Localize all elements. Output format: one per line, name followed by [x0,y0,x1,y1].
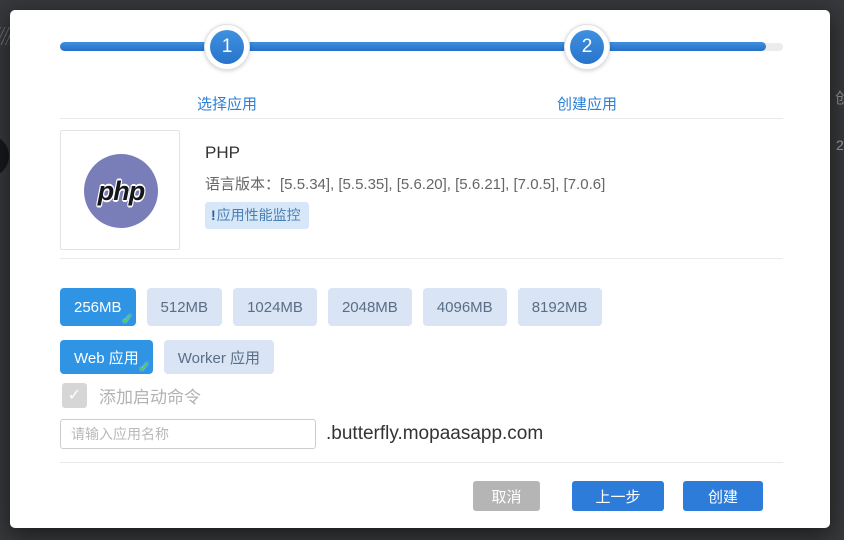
domain-suffix: .butterfly.mopaasapp.com [326,423,544,444]
startup-command-checkbox[interactable]: ✓ [62,383,87,408]
php-logo: php [84,154,158,228]
step-label-create-app: 创建应用 [556,96,617,113]
memory-options-group: 256MB ✓ 512MB 1024MB 2048MB 4096MB 8192M… [60,288,602,328]
background-text-fragment: 创 [835,90,844,107]
background-text-fragment: 2 [836,137,844,153]
app-versions: 语言版本：[5.5.34], [5.5.35], [5.6.20], [5.6.… [205,173,605,194]
step-label-select-app: 选择应用 [196,96,257,113]
previous-step-button[interactable]: 上一步 [572,481,664,511]
step-number: 1 [210,30,244,64]
step-indicator-1: 1 [204,24,250,70]
create-app-dialog: 1 2 选择应用 创建应用 php PHP 语言版本：[5.5.34], [5.… [10,10,830,528]
divider [60,118,783,119]
app-name-input[interactable] [60,419,316,449]
apm-badge: !应用性能监控 [205,202,309,229]
badge-label: 应用性能监控 [216,207,301,223]
memory-option-2048mb[interactable]: 2048MB [327,288,412,326]
check-icon: ✓ [120,311,134,328]
startup-command-row: ✓ 添加启动命令 [62,383,201,408]
startup-command-label: 添加启动命令 [99,388,201,407]
stepper-progress-bar [60,42,766,51]
memory-option-512mb[interactable]: 512MB [146,288,223,326]
cancel-button[interactable]: 取消 [473,481,540,511]
app-name-row: .butterfly.mopaasapp.com [60,419,543,449]
check-icon: ✓ [138,359,151,376]
type-option-worker[interactable]: Worker 应用 [163,340,274,374]
badge-exclamation-icon: ! [211,207,216,223]
type-option-web[interactable]: Web 应用 ✓ [60,340,153,376]
background-avatar-fragment [0,135,9,177]
step-number: 2 [570,30,604,64]
divider [60,462,783,463]
memory-option-8192mb[interactable]: 8192MB [517,288,602,326]
versions-label: 语言版本： [205,176,281,193]
memory-option-256mb[interactable]: 256MB ✓ [60,288,136,328]
memory-option-4096mb[interactable]: 4096MB [422,288,507,326]
selected-app-card: php [60,130,180,250]
step-indicator-2: 2 [564,24,610,70]
versions-value: [5.5.34], [5.5.35], [5.6.20], [5.6.21], … [280,176,606,193]
app-name-title: PHP [205,143,240,162]
memory-option-1024mb[interactable]: 1024MB [233,288,317,326]
create-button[interactable]: 创建 [683,481,763,511]
divider [60,258,783,259]
app-type-options-group: Web 应用 ✓ Worker 应用 [60,340,274,376]
